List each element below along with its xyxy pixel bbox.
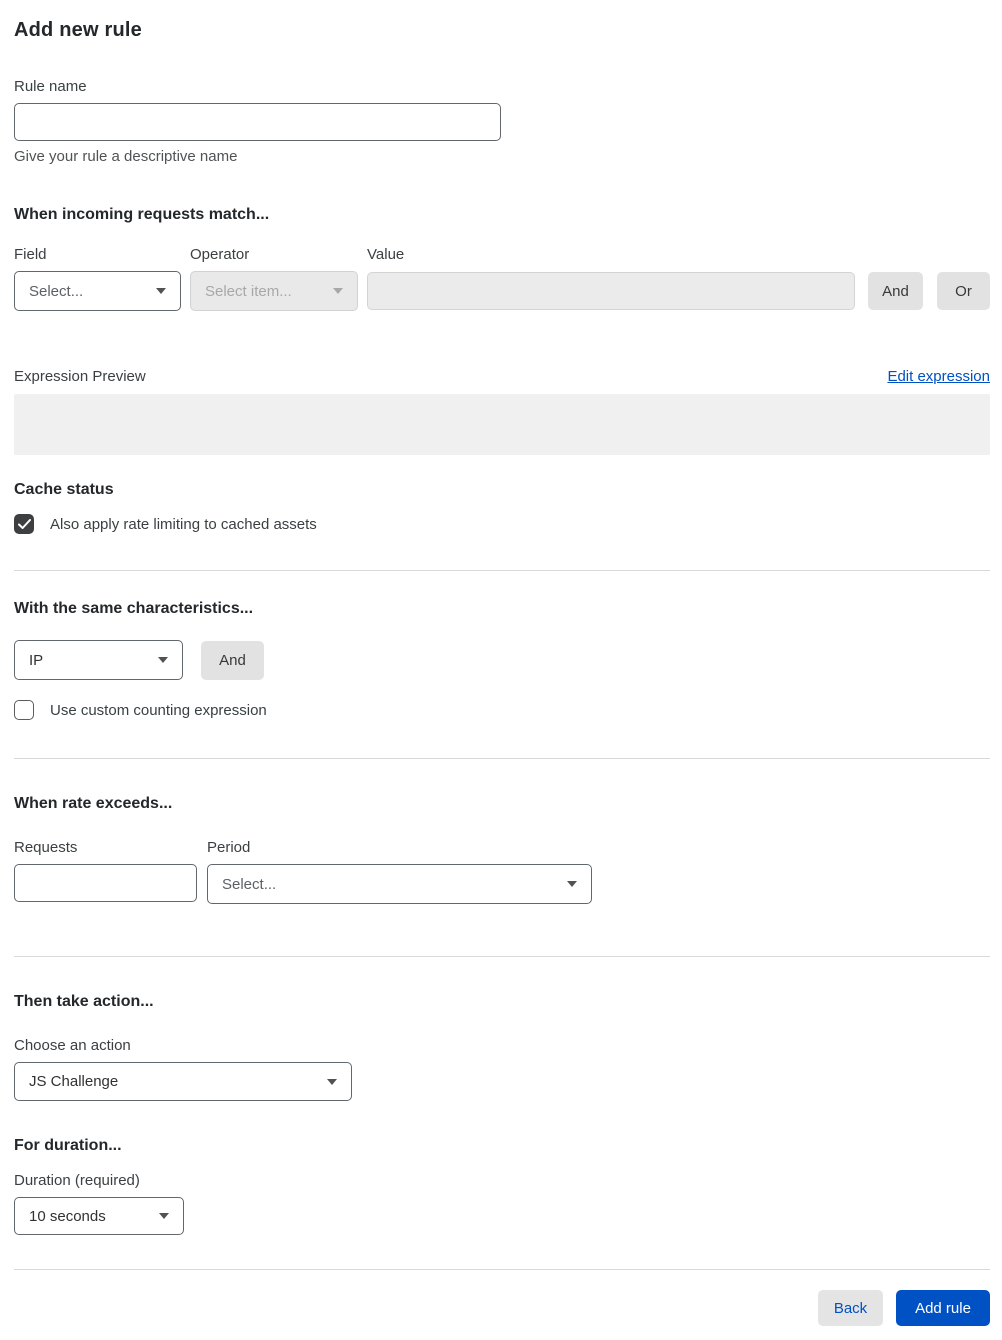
or-button[interactable]: Or	[937, 272, 990, 310]
requests-input[interactable]	[14, 864, 197, 902]
action-select[interactable]: JS Challenge	[14, 1062, 352, 1101]
duration-select-value: 10 seconds	[29, 1207, 106, 1225]
duration-label: Duration (required)	[14, 1172, 140, 1189]
rate-heading: When rate exceeds...	[14, 795, 173, 812]
field-label: Field	[14, 246, 47, 263]
characteristics-select[interactable]: IP	[14, 640, 183, 680]
duration-heading: For duration...	[14, 1137, 122, 1154]
add-rule-button[interactable]: Add rule	[896, 1290, 990, 1326]
value-label: Value	[367, 246, 405, 263]
chevron-down-icon	[567, 881, 577, 887]
action-heading: Then take action...	[14, 993, 154, 1010]
edit-expression-link[interactable]: Edit expression	[887, 368, 990, 385]
cache-assets-checkbox[interactable]	[14, 514, 34, 534]
match-section-heading: When incoming requests match...	[14, 206, 270, 223]
rule-name-label: Rule name	[14, 78, 87, 95]
duration-select[interactable]: 10 seconds	[14, 1197, 184, 1235]
section-divider	[14, 956, 990, 957]
action-select-value: JS Challenge	[29, 1073, 119, 1090]
chevron-down-icon	[159, 1213, 169, 1219]
period-select[interactable]: Select...	[207, 864, 592, 904]
choose-action-label: Choose an action	[14, 1037, 131, 1054]
chevron-down-icon	[333, 288, 343, 294]
field-select-value: Select...	[29, 282, 84, 300]
custom-counting-checkbox[interactable]	[14, 700, 34, 720]
expression-preview-label: Expression Preview	[14, 368, 146, 385]
cache-assets-checkbox-label: Also apply rate limiting to cached asset…	[50, 515, 317, 533]
characteristics-heading: With the same characteristics...	[14, 600, 254, 617]
characteristics-and-button[interactable]: And	[201, 640, 264, 680]
add-rule-form: Add new rule Rule name Give your rule a …	[0, 0, 1002, 1338]
requests-label: Requests	[14, 839, 78, 856]
field-select[interactable]: Select...	[14, 271, 181, 311]
period-label: Period	[207, 839, 251, 856]
chevron-down-icon	[156, 288, 166, 294]
chevron-down-icon	[327, 1078, 337, 1085]
period-select-value: Select...	[222, 875, 277, 893]
custom-counting-checkbox-label: Use custom counting expression	[50, 701, 267, 719]
checkmark-icon	[18, 519, 31, 529]
section-divider	[14, 570, 990, 571]
operator-label: Operator	[190, 246, 250, 263]
rule-name-input[interactable]	[14, 103, 501, 141]
operator-select-value: Select item...	[205, 282, 292, 300]
section-divider	[14, 758, 990, 759]
rule-name-helper: Give your rule a descriptive name	[14, 148, 238, 165]
page-title: Add new rule	[14, 19, 142, 41]
expression-preview-box	[14, 394, 990, 455]
characteristics-select-value: IP	[29, 651, 44, 669]
footer-divider	[14, 1269, 990, 1270]
back-button[interactable]: Back	[818, 1290, 883, 1326]
value-input[interactable]	[367, 272, 855, 310]
chevron-down-icon	[158, 657, 168, 663]
operator-select[interactable]: Select item...	[190, 271, 358, 311]
cache-status-heading: Cache status	[14, 481, 114, 498]
and-button[interactable]: And	[868, 272, 923, 310]
